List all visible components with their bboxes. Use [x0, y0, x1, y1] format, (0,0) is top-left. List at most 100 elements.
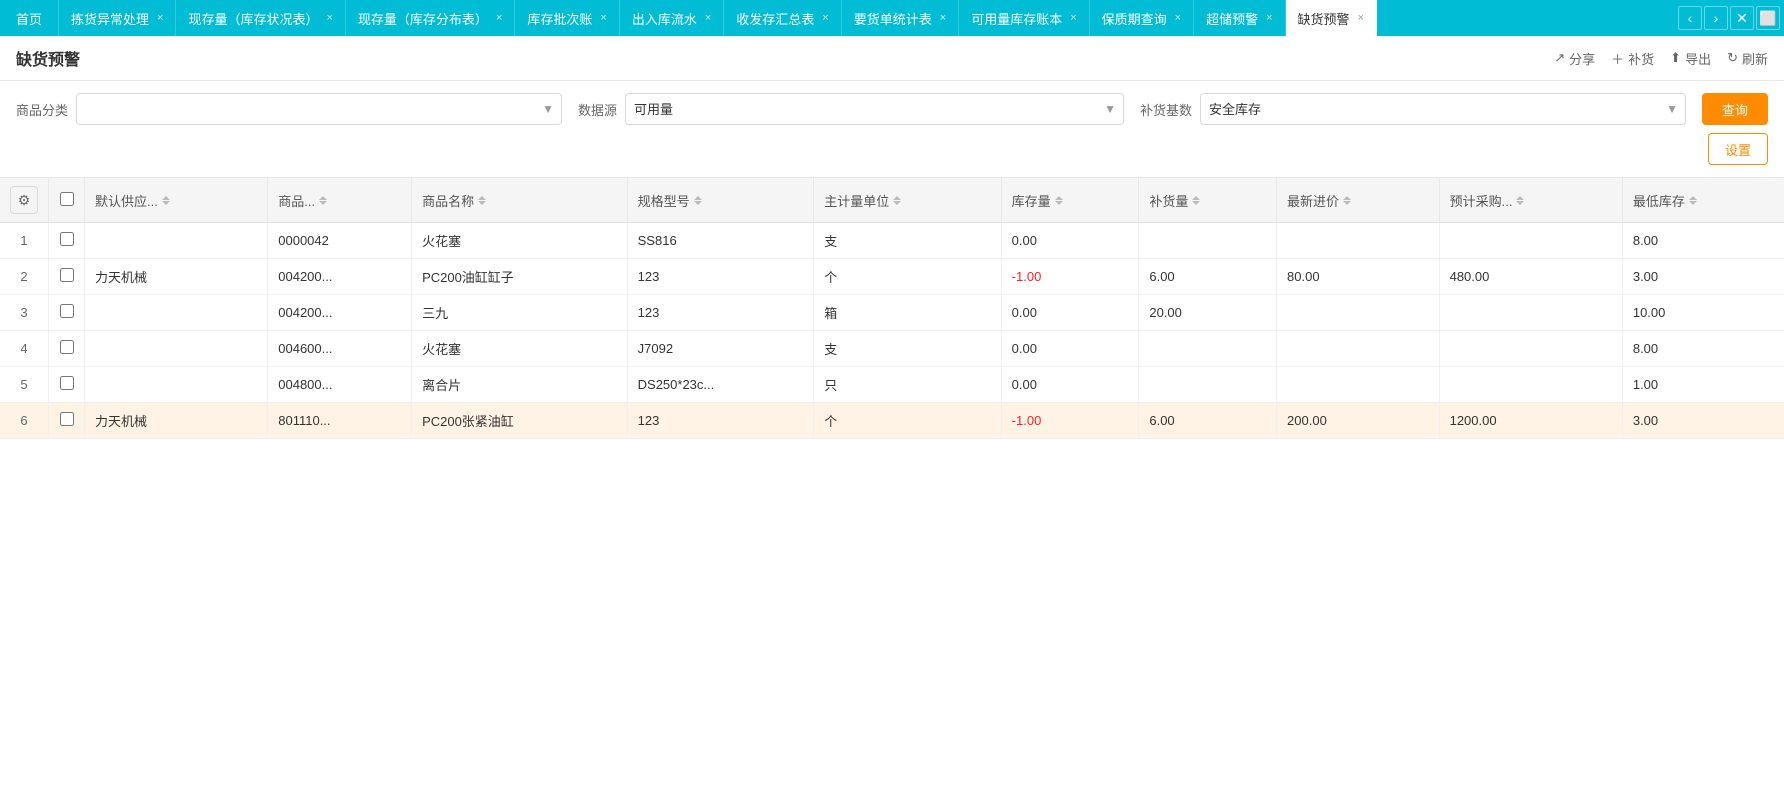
select-all-checkbox[interactable]: [60, 192, 74, 206]
tab-1[interactable]: 拣货异常处理 ×: [59, 0, 176, 36]
tab-close-3[interactable]: ×: [496, 12, 502, 24]
tab-home[interactable]: 首页: [0, 0, 59, 36]
tab-close-7[interactable]: ×: [940, 12, 946, 24]
spec-sort-icon: [694, 196, 702, 205]
cell-est-purchase-3: [1439, 331, 1622, 367]
product-name-sort-icon: [478, 196, 486, 205]
stock-sort-icon: [1055, 196, 1063, 205]
tab-3[interactable]: 现存量（库存分布表） ×: [346, 0, 515, 36]
th-est-purchase: 预计采购...: [1439, 178, 1622, 223]
th-stock: 库存量: [1001, 178, 1139, 223]
tab-close-10[interactable]: ×: [1266, 12, 1272, 24]
cell-latest-price-2: [1277, 295, 1440, 331]
export-button[interactable]: ⬆ 导出: [1670, 49, 1711, 68]
tab-9[interactable]: 保质期查询 ×: [1090, 0, 1194, 36]
cell-replenish-qty-1: 6.00: [1139, 259, 1277, 295]
cell-checkbox-3: [49, 331, 85, 367]
datasource-select[interactable]: 可用量: [625, 93, 1124, 125]
window-close-button[interactable]: ✕: [1730, 6, 1754, 30]
cell-replenish-qty-5: 6.00: [1139, 403, 1277, 439]
cell-spec-0: SS816: [627, 223, 814, 259]
th-product-code: 商品...: [268, 178, 412, 223]
datasource-label: 数据源: [578, 100, 617, 119]
tab-close-2[interactable]: ×: [326, 12, 332, 24]
table-row: 5004800...离合片DS250*23c...只0.001.00: [0, 367, 1784, 403]
cell-min-stock-5: 3.00: [1622, 403, 1784, 439]
cell-product-code-1: 004200...: [268, 259, 412, 295]
cell-latest-price-1: 80.00: [1277, 259, 1440, 295]
cell-unit-0: 支: [814, 223, 1001, 259]
row-checkbox-5[interactable]: [60, 412, 74, 426]
th-product-name-sort[interactable]: 商品名称: [422, 191, 617, 210]
category-select[interactable]: [76, 93, 562, 125]
export-icon: ⬆: [1670, 50, 1681, 66]
supplier-sort-icon: [162, 196, 170, 205]
th-min-stock-sort[interactable]: 最低库存: [1633, 191, 1774, 210]
row-checkbox-0[interactable]: [60, 232, 74, 246]
cell-spec-1: 123: [627, 259, 814, 295]
tab-close-6[interactable]: ×: [822, 12, 828, 24]
th-settings: ⚙: [0, 178, 49, 223]
refresh-button[interactable]: ↻ 刷新: [1727, 49, 1768, 68]
tab-close-4[interactable]: ×: [600, 12, 606, 24]
th-supplier: 默认供应...: [85, 178, 268, 223]
th-unit-sort[interactable]: 主计量单位: [824, 191, 990, 210]
unit-sort-icon: [893, 196, 901, 205]
th-replenish-qty-sort[interactable]: 补货量: [1149, 191, 1266, 210]
cell-product-name-3: 火花塞: [412, 331, 628, 367]
tab-4[interactable]: 库存批次账 ×: [515, 0, 619, 36]
row-checkbox-4[interactable]: [60, 376, 74, 390]
cell-min-stock-3: 8.00: [1622, 331, 1784, 367]
th-est-purchase-sort[interactable]: 预计采购...: [1450, 191, 1612, 210]
cell-product-code-5: 801110...: [268, 403, 412, 439]
tab-5[interactable]: 出入库流水 ×: [620, 0, 724, 36]
th-supplier-sort[interactable]: 默认供应...: [95, 191, 257, 210]
th-min-stock: 最低库存: [1622, 178, 1784, 223]
cell-stock-4: 0.00: [1001, 367, 1139, 403]
tab-close-9[interactable]: ×: [1175, 12, 1181, 24]
row-checkbox-3[interactable]: [60, 340, 74, 354]
filter-actions: 查询 设置: [1702, 93, 1768, 165]
query-button[interactable]: 查询: [1702, 93, 1768, 125]
tab-11-active[interactable]: 缺货预警 ×: [1286, 0, 1377, 36]
th-stock-sort[interactable]: 库存量: [1012, 191, 1129, 210]
replenish-button[interactable]: ＋ 补货: [1611, 49, 1654, 68]
tab-8[interactable]: 可用量库存账本 ×: [959, 0, 1089, 36]
cell-latest-price-0: [1277, 223, 1440, 259]
cell-supplier-2: [85, 295, 268, 331]
row-checkbox-2[interactable]: [60, 304, 74, 318]
replenish-icon: ＋: [1611, 49, 1624, 68]
cell-supplier-1: 力天机械: [85, 259, 268, 295]
cell-est-purchase-2: [1439, 295, 1622, 331]
window-maximize-button[interactable]: ⬜: [1756, 6, 1780, 30]
settings-button[interactable]: 设置: [1708, 133, 1768, 165]
row-checkbox-1[interactable]: [60, 268, 74, 282]
th-replenish-qty: 补货量: [1139, 178, 1277, 223]
th-spec-sort[interactable]: 规格型号: [638, 191, 804, 210]
tab-close-8[interactable]: ×: [1070, 12, 1076, 24]
tab-6[interactable]: 收发存汇总表 ×: [724, 0, 841, 36]
th-product-code-sort[interactable]: 商品...: [278, 191, 401, 210]
replenish-select[interactable]: 安全库存: [1200, 93, 1686, 125]
tab-close-11[interactable]: ×: [1358, 12, 1364, 24]
tab-2[interactable]: 现存量（库存状况表） ×: [176, 0, 345, 36]
column-settings-button[interactable]: ⚙: [10, 186, 38, 214]
replenish-qty-sort-icon: [1192, 196, 1200, 205]
cell-est-purchase-4: [1439, 367, 1622, 403]
th-latest-price-sort[interactable]: 最新进价: [1287, 191, 1429, 210]
share-button[interactable]: ↗ 分享: [1554, 49, 1595, 68]
tab-close-1[interactable]: ×: [157, 12, 163, 24]
nav-tabs: 首页 拣货异常处理 × 现存量（库存状况表） × 现存量（库存分布表） × 库存…: [0, 0, 1784, 36]
cell-replenish-qty-3: [1139, 331, 1277, 367]
cell-est-purchase-0: [1439, 223, 1622, 259]
latest-price-sort-icon: [1343, 196, 1351, 205]
tab-7[interactable]: 要货单统计表 ×: [842, 0, 959, 36]
tab-close-5[interactable]: ×: [705, 12, 711, 24]
tab-10[interactable]: 超储预警 ×: [1194, 0, 1285, 36]
tab-prev-button[interactable]: ‹: [1678, 6, 1702, 30]
product-code-sort-icon: [319, 196, 327, 205]
tab-next-button[interactable]: ›: [1704, 6, 1728, 30]
cell-product-code-0: 0000042: [268, 223, 412, 259]
nav-controls: ‹ › ✕ ⬜: [1678, 6, 1784, 30]
cell-seq-4: 5: [0, 367, 49, 403]
